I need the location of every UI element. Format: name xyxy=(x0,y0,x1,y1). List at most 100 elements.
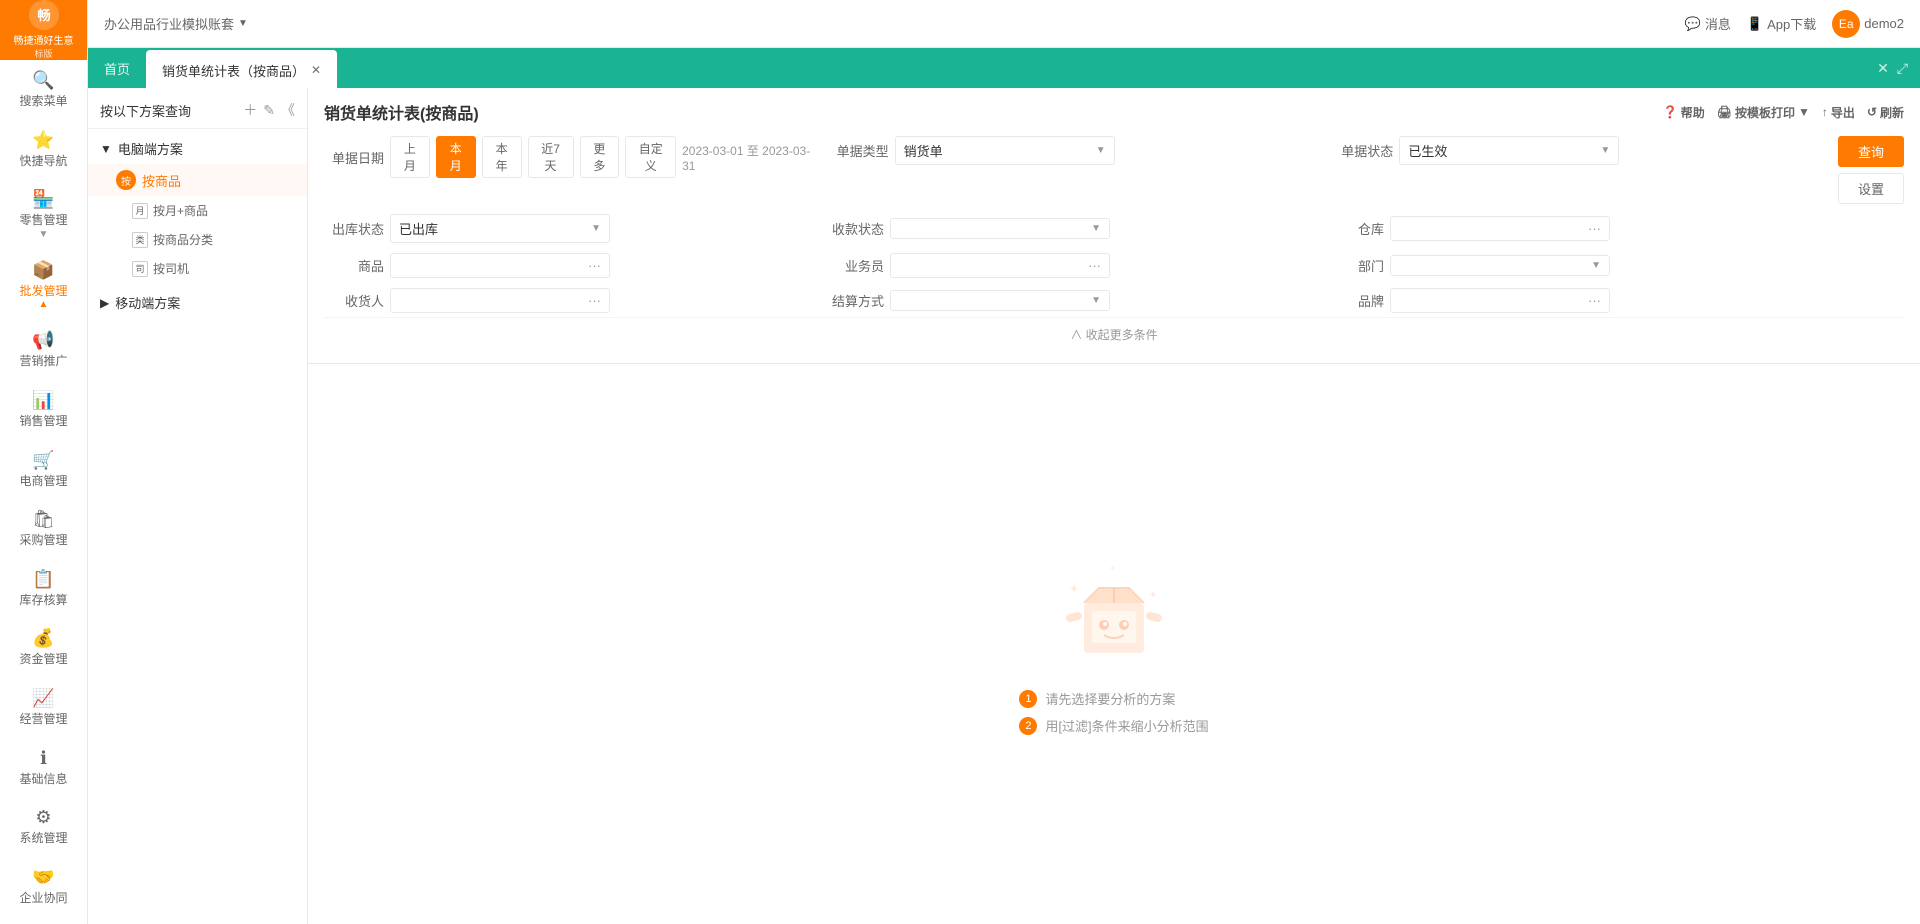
tree-node-by-driver[interactable]: 司 按司机 xyxy=(88,254,307,283)
star-icon: ⭐ xyxy=(32,130,54,151)
sidebar-item-inventory[interactable]: 📋 库存核算 xyxy=(0,559,88,619)
more-options-icon[interactable]: ··· xyxy=(1088,258,1101,273)
more-options-icon[interactable]: ··· xyxy=(588,293,601,308)
account-dropdown[interactable]: 办公用品行业模拟账套 ▼ xyxy=(104,14,248,33)
empty-step-1: 1 请先选择要分析的方案 xyxy=(1019,689,1208,708)
out-status-select[interactable]: 已出库 ▼ xyxy=(390,214,610,243)
tree-node-by-month-goods[interactable]: 月 按月+商品 xyxy=(88,196,307,225)
filter-row-2: 出库状态 已出库 ▼ 收款状态 ▼ 仓库 xyxy=(324,214,1904,243)
salesman-input[interactable]: ··· xyxy=(890,253,1110,278)
tree-node-label: 按商品 xyxy=(142,171,181,190)
query-button[interactable]: 查询 xyxy=(1838,136,1904,167)
collect-status-label: 收款状态 xyxy=(824,219,884,238)
help-button[interactable]: ❓ 帮助 xyxy=(1663,104,1705,121)
app-download-button[interactable]: 📱 App下载 xyxy=(1747,14,1816,33)
help-icon: ❓ xyxy=(1663,105,1678,119)
settle-filter: 结算方式 ▼ xyxy=(824,290,1312,311)
receiver-input[interactable]: ··· xyxy=(390,288,610,313)
sidebar-item-label: 经营管理 xyxy=(19,712,67,728)
out-status-value: 已出库 xyxy=(399,219,438,238)
sidebar-item-finance[interactable]: 💰 资金管理 xyxy=(0,618,88,678)
doc-type-filter: 单据类型 销货单 ▼ xyxy=(829,136,1322,165)
date-btn-this-year[interactable]: 本年 xyxy=(482,136,522,178)
tree-node-by-category[interactable]: 类 按商品分类 xyxy=(88,225,307,254)
tree-node-label: 按司机 xyxy=(153,260,189,277)
dept-select[interactable]: ▼ xyxy=(1390,255,1610,276)
dropdown-arrow-icon: ▼ xyxy=(1091,223,1101,234)
date-btn-last-month[interactable]: 上月 xyxy=(390,136,430,178)
sidebar-item-nav[interactable]: ⭐ 快捷导航 xyxy=(0,120,88,180)
left-panel-title: 按以下方案查询 xyxy=(100,101,191,120)
sidebar-item-label: 营销推广 xyxy=(19,354,67,370)
tab-sales-stats[interactable]: 销货单统计表（按商品） ✕ xyxy=(146,50,337,90)
collapse-bar[interactable]: ∧ 收起更多条件 xyxy=(324,317,1904,351)
brand-label: 品牌 xyxy=(1324,291,1384,310)
tab-close-icon[interactable]: ✕ xyxy=(311,63,321,77)
collect-status-filter: 收款状态 ▼ xyxy=(824,218,1312,239)
dropdown-arrow-icon: ▼ xyxy=(1091,295,1101,306)
print-label: 按模板打印 xyxy=(1735,104,1795,121)
app-name: 畅捷通好生意 xyxy=(14,32,74,47)
collapse-panel-button[interactable]: 《 xyxy=(281,100,295,120)
sidebar-item-ecommerce[interactable]: 🛒 电商管理 xyxy=(0,440,88,500)
settings-button[interactable]: 设置 xyxy=(1838,173,1904,204)
refresh-label: 刷新 xyxy=(1880,104,1904,121)
date-btn-last7[interactable]: 近7天 xyxy=(528,136,574,178)
app-download-label: App下载 xyxy=(1767,14,1816,33)
salesman-filter: 业务员 ··· xyxy=(824,253,1312,278)
refresh-button[interactable]: ↺ 刷新 xyxy=(1867,104,1904,121)
system-icon: ⚙ xyxy=(35,807,51,828)
doc-type-select[interactable]: 销货单 ▼ xyxy=(895,136,1115,165)
action-buttons: 查询 设置 xyxy=(1838,136,1904,204)
print-button[interactable]: 🖨 按模板打印 ▼ xyxy=(1717,104,1810,121)
collect-status-select[interactable]: ▼ xyxy=(890,218,1110,239)
sidebar-item-label: 库存核算 xyxy=(19,593,67,609)
tree-node-pc[interactable]: ▼ 电脑端方案 xyxy=(88,133,307,164)
doc-status-select[interactable]: 已生效 ▼ xyxy=(1399,136,1619,165)
date-btn-more[interactable]: 更多 xyxy=(580,136,620,178)
more-options-icon[interactable]: ··· xyxy=(588,258,601,273)
dropdown-arrow-icon: ▼ xyxy=(1600,145,1610,156)
tree-node-mobile[interactable]: ▶ 移动端方案 xyxy=(88,287,307,318)
sidebar-item-system[interactable]: ⚙ 系统管理 xyxy=(0,797,88,857)
tab-home[interactable]: 首页 xyxy=(88,48,146,88)
date-btn-custom[interactable]: 自定义 xyxy=(625,136,676,178)
dropdown-arrow-icon: ▼ xyxy=(1591,260,1601,271)
sidebar-item-basic[interactable]: ℹ 基础信息 xyxy=(0,738,88,798)
goods-label: 商品 xyxy=(324,256,384,275)
warehouse-filter: 仓库 ··· xyxy=(1324,216,1812,241)
close-all-icon[interactable]: ✕ xyxy=(1877,60,1889,77)
add-scheme-button[interactable]: ＋ xyxy=(243,100,257,120)
sidebar-item-guide[interactable]: 🎯 新手引导 xyxy=(0,916,88,924)
salesman-label: 业务员 xyxy=(824,256,884,275)
sidebar-item-sales[interactable]: 📊 销售管理 xyxy=(0,380,88,440)
business-icon: 📈 xyxy=(32,688,54,709)
sidebar-item-marketing[interactable]: 📢 营销推广 xyxy=(0,320,88,380)
goods-input[interactable]: ··· xyxy=(390,253,610,278)
sidebar-item-search[interactable]: 🔍 搜索菜单 xyxy=(0,60,88,120)
sidebar-item-label: 企业协同 xyxy=(19,891,67,907)
user-name: demo2 xyxy=(1864,16,1904,31)
settle-select[interactable]: ▼ xyxy=(890,290,1110,311)
maximize-icon[interactable]: ⤢ xyxy=(1897,60,1908,77)
sidebar-item-wholesale[interactable]: 📦 批发管理 ▲ xyxy=(0,250,88,321)
user-menu[interactable]: Ea demo2 xyxy=(1832,10,1904,38)
header-left: 办公用品行业模拟账套 ▼ xyxy=(104,14,248,33)
date-btn-this-month[interactable]: 本月 xyxy=(436,136,476,178)
tree-node-by-goods[interactable]: 按 按商品 xyxy=(88,164,307,196)
sidebar-item-business[interactable]: 📈 经营管理 xyxy=(0,678,88,738)
sidebar-item-collab[interactable]: 🤝 企业协同 xyxy=(0,857,88,917)
warehouse-input[interactable]: ··· xyxy=(1390,216,1610,241)
brand-input[interactable]: ··· xyxy=(1390,288,1610,313)
edit-scheme-button[interactable]: ✎ xyxy=(263,102,275,119)
tab-controls: ✕ ⤢ xyxy=(1877,60,1920,77)
sidebar-item-purchase[interactable]: 🛍 采购管理 xyxy=(0,499,88,559)
sidebar-item-retail[interactable]: 🏪 零售管理 ▼ xyxy=(0,179,88,250)
more-options-icon[interactable]: ··· xyxy=(1588,221,1601,236)
message-button[interactable]: 💬 消息 xyxy=(1685,14,1731,33)
more-options-icon[interactable]: ··· xyxy=(1588,293,1601,308)
export-button[interactable]: ↑ 导出 xyxy=(1822,104,1855,121)
scheme-tree: ▼ 电脑端方案 按 按商品 月 按月+商品 类 按商品分类 xyxy=(88,129,307,322)
marketing-icon: 📢 xyxy=(32,330,54,351)
tree-node-label: 按商品分类 xyxy=(153,231,213,248)
